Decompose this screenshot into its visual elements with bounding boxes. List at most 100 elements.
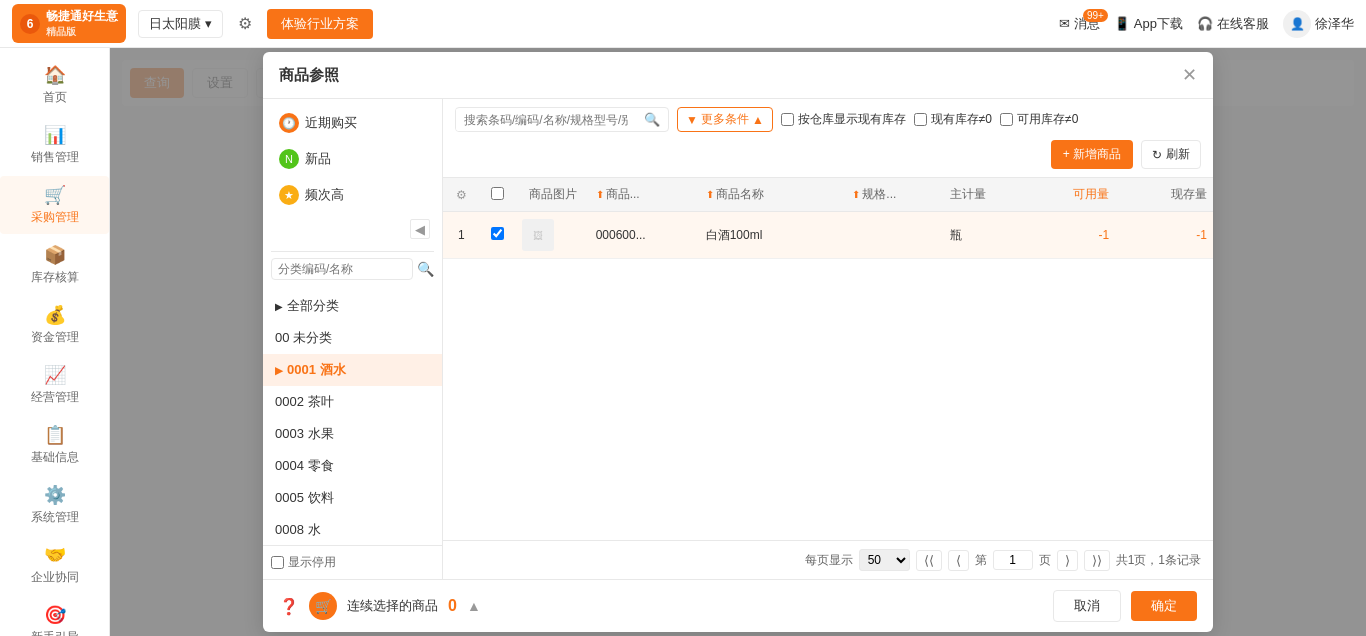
page-suffix-label: 页 [1039,552,1051,569]
product-search-box: 🔍 [455,107,669,132]
toolbar-right-actions: + 新增商品 ↻ 刷新 [1051,140,1201,169]
row-checkbox[interactable] [491,227,504,240]
th-code[interactable]: ⬆ 商品... [590,178,700,212]
table-row[interactable]: 1 🖼 [443,212,1213,259]
avail-ne0-filter-check[interactable]: 可用库存≠0 [1000,111,1078,128]
sidebar-item-purchase[interactable]: 🛒 采购管理 [0,176,109,234]
messages-nav[interactable]: ✉ 消息 99+ [1059,15,1100,33]
phone-icon: 📱 [1114,16,1130,31]
cat-item-water[interactable]: 0008 水 [263,514,442,545]
sort-icon-name: ⬆ [706,189,714,200]
image-placeholder-icon: 🖼 [533,230,543,241]
quick-freq-label: 频次高 [305,186,344,204]
avatar: 👤 [1283,10,1311,38]
cancel-button[interactable]: 取消 [1053,590,1121,622]
modal-footer: ❓ 🛒 连续选择的商品 0 ▲ 取消 确定 [263,579,1213,632]
th-unit: 主计量 [944,178,1017,212]
warehouse-filter-input[interactable] [781,113,794,126]
refresh-icon: ↻ [1152,148,1162,162]
sidebar-item-finance[interactable]: 💰 资金管理 [0,296,109,354]
th-stock-label: 现存量 [1171,187,1207,201]
avail-ne0-input[interactable] [1000,113,1013,126]
th-spec[interactable]: ⬆ 规格... [846,178,944,212]
sidebar-label-purchase: 采购管理 [31,209,79,226]
cat-item-beverages[interactable]: 0005 饮料 [263,482,442,514]
page-prefix-label: 第 [975,552,987,569]
th-available: 可用量 [1017,178,1115,212]
category-list: ▶ 全部分类 00 未分类 ▶ 0001 酒水 0002 茶 [263,286,442,545]
cat-item-snacks[interactable]: 0004 零食 [263,450,442,482]
quick-item-recent[interactable]: 🕐 近期购买 [271,107,434,139]
confirm-button[interactable]: 确定 [1131,591,1197,621]
prev-page-button[interactable]: ⟨ [948,550,969,571]
th-name[interactable]: ⬆ 商品名称 [700,178,847,212]
service-label: 在线客服 [1217,15,1269,33]
th-unit-label: 主计量 [950,187,986,201]
next-page-button[interactable]: ⟩ [1057,550,1078,571]
select-all-checkbox[interactable] [491,187,504,200]
sidebar-label-finance: 资金管理 [31,329,79,346]
cat-triangle-icon: ▶ [275,301,283,312]
more-filters-button[interactable]: ▼ 更多条件 ▲ [677,107,773,132]
stock-ne0-filter-check[interactable]: 现有库存≠0 [914,111,992,128]
quick-item-frequent[interactable]: ★ 频次高 [271,179,434,211]
sidebar-item-newbie[interactable]: 🎯 新手引导 [0,596,109,636]
sort-name[interactable]: ⬆ 商品名称 [706,186,841,203]
top-navigation: 6 畅捷通好生意 精品版 日太阳膜 ▾ ⚙ 体验行业方案 ✉ 消息 99+ 📱 … [0,0,1366,48]
warehouse-filter-check[interactable]: 按仓库显示现有库存 [781,111,906,128]
sidebar-label-system: 系统管理 [31,509,79,526]
sidebar-item-home[interactable]: 🏠 首页 [0,56,109,114]
cat-item-fruit[interactable]: 0003 水果 [263,418,442,450]
help-icon[interactable]: ❓ [279,597,299,616]
cat-item-tea[interactable]: 0002 茶叶 [263,386,442,418]
cart-text-label: 连续选择的商品 [347,597,438,615]
product-available: -1 [1098,228,1109,242]
page-number-input[interactable] [993,550,1033,570]
category-search-input[interactable] [271,258,413,280]
user-profile[interactable]: 👤 徐泽华 [1283,10,1354,38]
cat-item-all[interactable]: ▶ 全部分类 [263,290,442,322]
collapse-panel-button[interactable]: ◀ [410,219,430,239]
show-disabled-checkbox[interactable]: 显示停用 [271,554,336,571]
stock-ne0-input[interactable] [914,113,927,126]
nav-center: 日太阳膜 ▾ ⚙ 体验行业方案 [138,9,1047,39]
collapse-footer-icon[interactable]: ▲ [467,598,481,614]
sidebar-item-system[interactable]: ⚙️ 系统管理 [0,476,109,534]
logo-icon: 6 [20,14,40,34]
trial-button[interactable]: 体验行业方案 [267,9,373,39]
sidebar-item-enterprise[interactable]: 🤝 企业协同 [0,536,109,594]
cart-icon[interactable]: 🛒 [309,592,337,620]
modal-header: 商品参照 ✕ [263,52,1213,99]
settings-col-icon[interactable]: ⚙ [456,188,467,202]
category-search-icon[interactable]: 🔍 [417,261,434,277]
cell-image: 🖼 [516,212,589,259]
app-download-nav[interactable]: 📱 App下载 [1114,15,1183,33]
sidebar-item-inventory[interactable]: 📦 库存核算 [0,236,109,294]
search-icon[interactable]: 🔍 [636,108,668,131]
online-service-nav[interactable]: 🎧 在线客服 [1197,15,1269,33]
cat-fruit-label: 0003 水果 [275,425,334,443]
add-product-button[interactable]: + 新增商品 [1051,140,1133,169]
settings-gear-icon[interactable]: ⚙ [231,10,259,38]
sort-code[interactable]: ⬆ 商品... [596,186,694,203]
first-page-button[interactable]: ⟨⟨ [916,550,942,571]
sidebar-item-basic-info[interactable]: 📋 基础信息 [0,416,109,474]
sidebar-item-operations[interactable]: 📈 经营管理 [0,356,109,414]
workspace-dropdown[interactable]: 日太阳膜 ▾ [138,10,223,38]
cell-checkbox[interactable] [480,212,517,259]
show-disabled-input[interactable] [271,556,284,569]
cat-item-uncategorized[interactable]: 00 未分类 [263,322,442,354]
per-page-select[interactable]: 50 100 200 [859,549,910,571]
th-stock: 现存量 [1115,178,1213,212]
product-search-input[interactable] [456,109,636,131]
last-page-button[interactable]: ⟩⟩ [1084,550,1110,571]
sidebar-item-sales[interactable]: 📊 销售管理 [0,116,109,174]
modal-close-button[interactable]: ✕ [1182,64,1197,86]
operations-icon: 📈 [44,364,66,386]
th-spec-label: 规格... [862,186,896,203]
home-icon: 🏠 [44,64,66,86]
cat-item-alcohol[interactable]: ▶ 0001 酒水 [263,354,442,386]
quick-item-new[interactable]: N 新品 [271,143,434,175]
sort-spec[interactable]: ⬆ 规格... [852,186,938,203]
refresh-button[interactable]: ↻ 刷新 [1141,140,1201,169]
